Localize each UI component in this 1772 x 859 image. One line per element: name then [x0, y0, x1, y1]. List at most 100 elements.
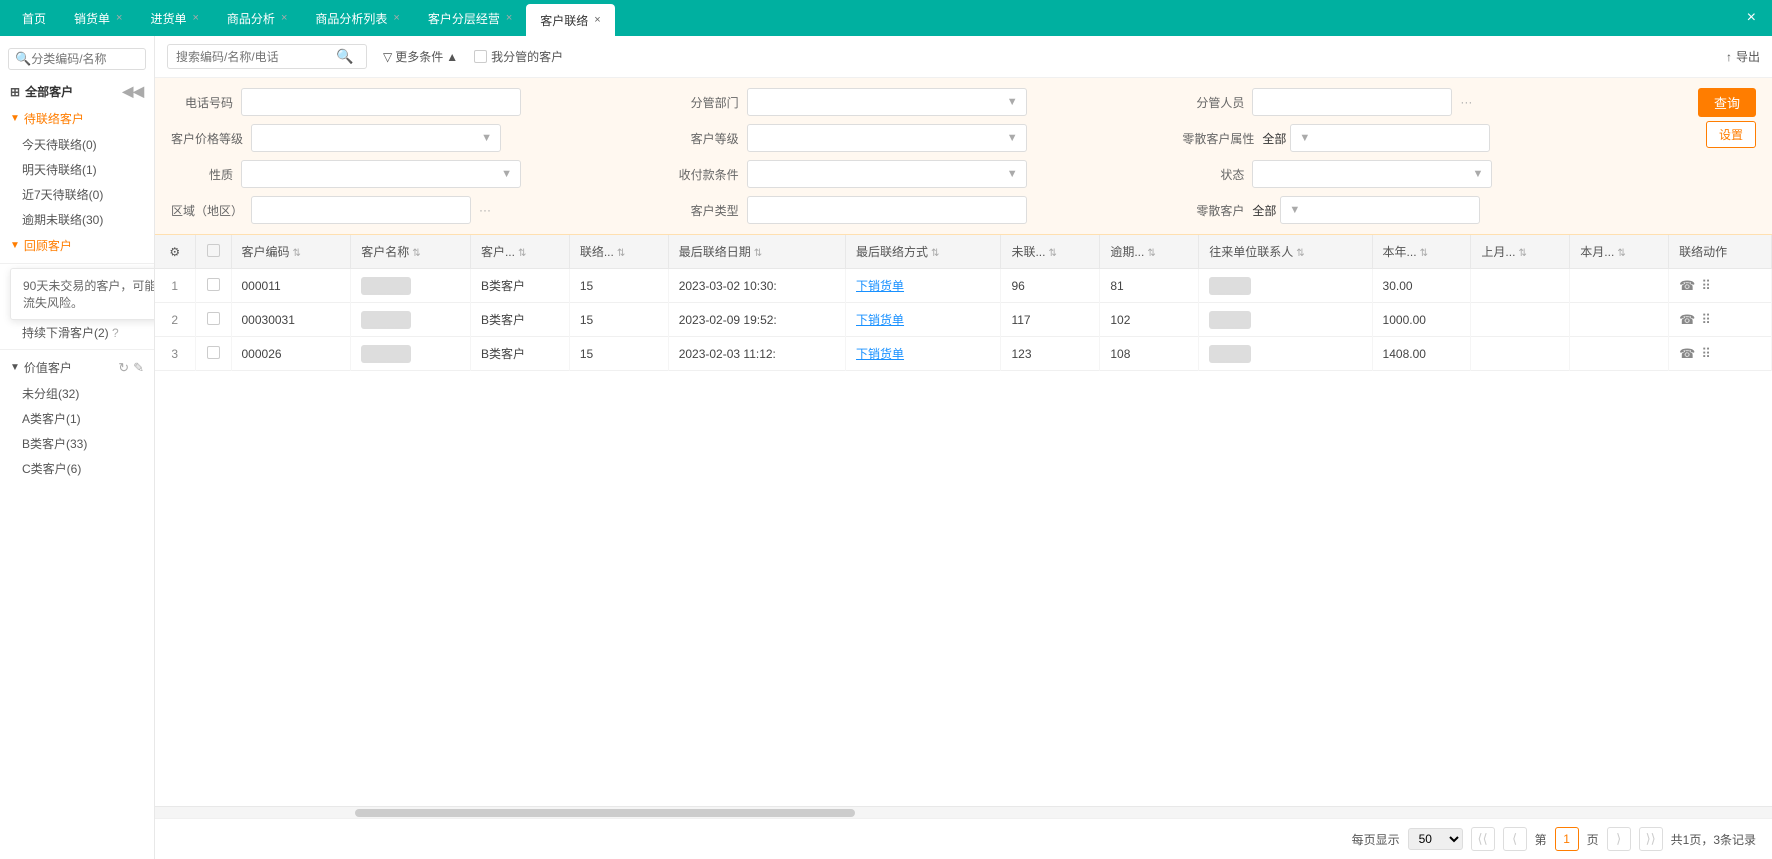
th-type[interactable]: 客户...⇅ — [470, 235, 569, 269]
tab-analysis-list-close[interactable]: × — [393, 12, 399, 24]
filter-type-select[interactable] — [747, 196, 1027, 224]
export-button[interactable]: ↑ 导出 — [1726, 48, 1760, 65]
sidebar-item-class-a[interactable]: A类客户(1) — [0, 406, 154, 431]
tab-customer-contact[interactable]: 客户联络 × — [526, 4, 614, 36]
settings-button[interactable]: 设置 — [1706, 121, 1756, 148]
refresh-icon[interactable]: ↻ — [118, 360, 129, 376]
content-area: 🔍 ▽ 更多条件 ▲ 我分管的客户 ↑ 导出 — [155, 36, 1772, 859]
tab-analysis-list[interactable]: 商品分析列表 × — [301, 0, 413, 36]
filter-nature-select[interactable]: ▼ — [241, 160, 521, 188]
close-all-tabs-button[interactable]: × — [1739, 9, 1764, 27]
tab-home[interactable]: 首页 — [8, 0, 60, 36]
filter-region-more[interactable]: ··· — [475, 203, 495, 217]
my-customers-checkbox-area[interactable]: 我分管的客户 — [474, 48, 563, 65]
filter-person-select[interactable] — [1252, 88, 1452, 116]
td-action[interactable]: ☎⠿ — [1669, 303, 1772, 337]
th-unit-contact[interactable]: 往来单位联系人⇅ — [1199, 235, 1372, 269]
filter-dept-select[interactable]: ▼ — [747, 88, 1027, 116]
filter-sparse-customer-select[interactable]: ▼ — [1280, 196, 1480, 224]
td-checkbox[interactable] — [195, 303, 231, 337]
sidebar-collapse-button[interactable]: ◀◀ — [122, 83, 144, 100]
th-last-date[interactable]: 最后联络日期⇅ — [668, 235, 845, 269]
sidebar-group-pending[interactable]: ▼ 待联络客户 — [0, 105, 154, 132]
page-next-button[interactable]: ⟩ — [1607, 827, 1631, 851]
th-settings[interactable]: ⚙ — [155, 235, 195, 269]
sidebar-item-tomorrow-contact[interactable]: 明天待联络(1) — [0, 157, 154, 182]
sidebar-item-today-contact[interactable]: 今天待联络(0) — [0, 132, 154, 157]
td-code: 000026 — [231, 337, 351, 371]
filter-price-tier-select[interactable]: ▼ — [251, 124, 501, 152]
query-button[interactable]: 查询 — [1698, 88, 1756, 117]
filter-customer-tier-label: 客户等级 — [677, 130, 747, 147]
page-size-label: 每页显示 — [1352, 831, 1400, 848]
tab-sales[interactable]: 销货单 × — [60, 0, 136, 36]
caret-payment-icon: ▼ — [1007, 168, 1018, 180]
edit-icon[interactable]: ✎ — [133, 360, 144, 376]
td-action[interactable]: ☎⠿ — [1669, 269, 1772, 303]
filter-sparse-attr-select[interactable]: ▼ — [1290, 124, 1490, 152]
th-last-month[interactable]: 上月...⇅ — [1471, 235, 1570, 269]
sidebar-group-value[interactable]: ▼ 价值客户 ↻ ✎ — [0, 354, 154, 381]
sidebar-group-review[interactable]: ▼ 回顾客户 — [0, 232, 154, 259]
sidebar-item-overdue-contact[interactable]: 逾期未联络(30) — [0, 207, 154, 232]
action-more-icon[interactable]: ⠿ — [1701, 312, 1711, 328]
sidebar-search-box[interactable]: 🔍 — [8, 48, 146, 70]
filter-customer-tier-select[interactable]: ▼ — [747, 124, 1027, 152]
table-row: 1000011████B类客户152023-03-02 10:30:下销货单96… — [155, 269, 1772, 303]
sidebar-item-unsorted[interactable]: 未分组(32) — [0, 381, 154, 406]
td-last-way[interactable]: 下销货单 — [846, 303, 1001, 337]
th-last-way[interactable]: 最后联络方式⇅ — [846, 235, 1001, 269]
filter-region-input[interactable] — [251, 196, 471, 224]
tab-customer-contact-close[interactable]: × — [594, 14, 600, 26]
more-conditions-label: 更多条件 — [395, 48, 443, 65]
th-overdue[interactable]: 逾期...⇅ — [1100, 235, 1199, 269]
tab-customer-tier-close[interactable]: × — [506, 12, 512, 24]
td-last-way[interactable]: 下销货单 — [846, 337, 1001, 371]
action-more-icon[interactable]: ⠿ — [1701, 346, 1711, 362]
tab-customer-tier[interactable]: 客户分层经营 × — [414, 0, 526, 36]
my-customers-checkbox[interactable] — [474, 50, 487, 63]
th-this-year[interactable]: 本年...⇅ — [1372, 235, 1471, 269]
action-phone-icon[interactable]: ☎ — [1679, 278, 1695, 294]
td-action[interactable]: ☎⠿ — [1669, 337, 1772, 371]
horizontal-scrollbar[interactable] — [155, 806, 1772, 818]
tab-purchase[interactable]: 进货单 × — [136, 0, 212, 36]
action-phone-icon[interactable]: ☎ — [1679, 346, 1695, 362]
td-checkbox[interactable] — [195, 337, 231, 371]
search-icon[interactable]: 🔍 — [336, 48, 353, 65]
filter-status-select[interactable]: ▼ — [1252, 160, 1492, 188]
th-no-contact[interactable]: 未联...⇅ — [1001, 235, 1100, 269]
th-code[interactable]: 客户编码⇅ — [231, 235, 351, 269]
filter-payment-select[interactable]: ▼ — [747, 160, 1027, 188]
action-more-icon[interactable]: ⠿ — [1701, 278, 1711, 294]
tab-analysis[interactable]: 商品分析 × — [213, 0, 301, 36]
search-input[interactable] — [176, 50, 336, 64]
sidebar-search-input[interactable] — [31, 52, 139, 66]
more-conditions-button[interactable]: ▽ 更多条件 ▲ — [375, 44, 466, 69]
page-prev-button[interactable]: ⟨ — [1503, 827, 1527, 851]
filter-person-more[interactable]: ··· — [1456, 95, 1476, 109]
td-type: B类客户 — [470, 303, 569, 337]
page-first-button[interactable]: ⟨⟨ — [1471, 827, 1495, 851]
filter-dept-label: 分管部门 — [677, 94, 747, 111]
th-this-month[interactable]: 本月...⇅ — [1570, 235, 1669, 269]
tab-sales-close[interactable]: × — [116, 12, 122, 24]
action-phone-icon[interactable]: ☎ — [1679, 312, 1695, 328]
td-checkbox[interactable] — [195, 269, 231, 303]
th-name[interactable]: 客户名称⇅ — [351, 235, 471, 269]
filter-phone-input[interactable] — [241, 88, 521, 116]
tab-purchase-close[interactable]: × — [192, 12, 198, 24]
scrollbar-thumb[interactable] — [355, 809, 855, 817]
sidebar-item-week-contact[interactable]: 近7天待联络(0) — [0, 182, 154, 207]
tab-analysis-close[interactable]: × — [281, 12, 287, 24]
th-contacts[interactable]: 联络...⇅ — [569, 235, 668, 269]
sidebar-all-customers[interactable]: ⊞ 全部客户 ◀◀ — [0, 78, 154, 105]
td-last-way[interactable]: 下销货单 — [846, 269, 1001, 303]
search-box[interactable]: 🔍 — [167, 44, 367, 69]
page-size-select[interactable]: 50 20 100 — [1408, 828, 1463, 850]
sidebar-item-declining[interactable]: 持续下滑客户(2) ? — [0, 320, 154, 345]
sidebar-item-class-b[interactable]: B类客户(33) — [0, 431, 154, 456]
page-last-button[interactable]: ⟩⟩ — [1639, 827, 1663, 851]
th-checkbox[interactable] — [195, 235, 231, 269]
sidebar-item-class-c[interactable]: C类客户(6) — [0, 456, 154, 481]
